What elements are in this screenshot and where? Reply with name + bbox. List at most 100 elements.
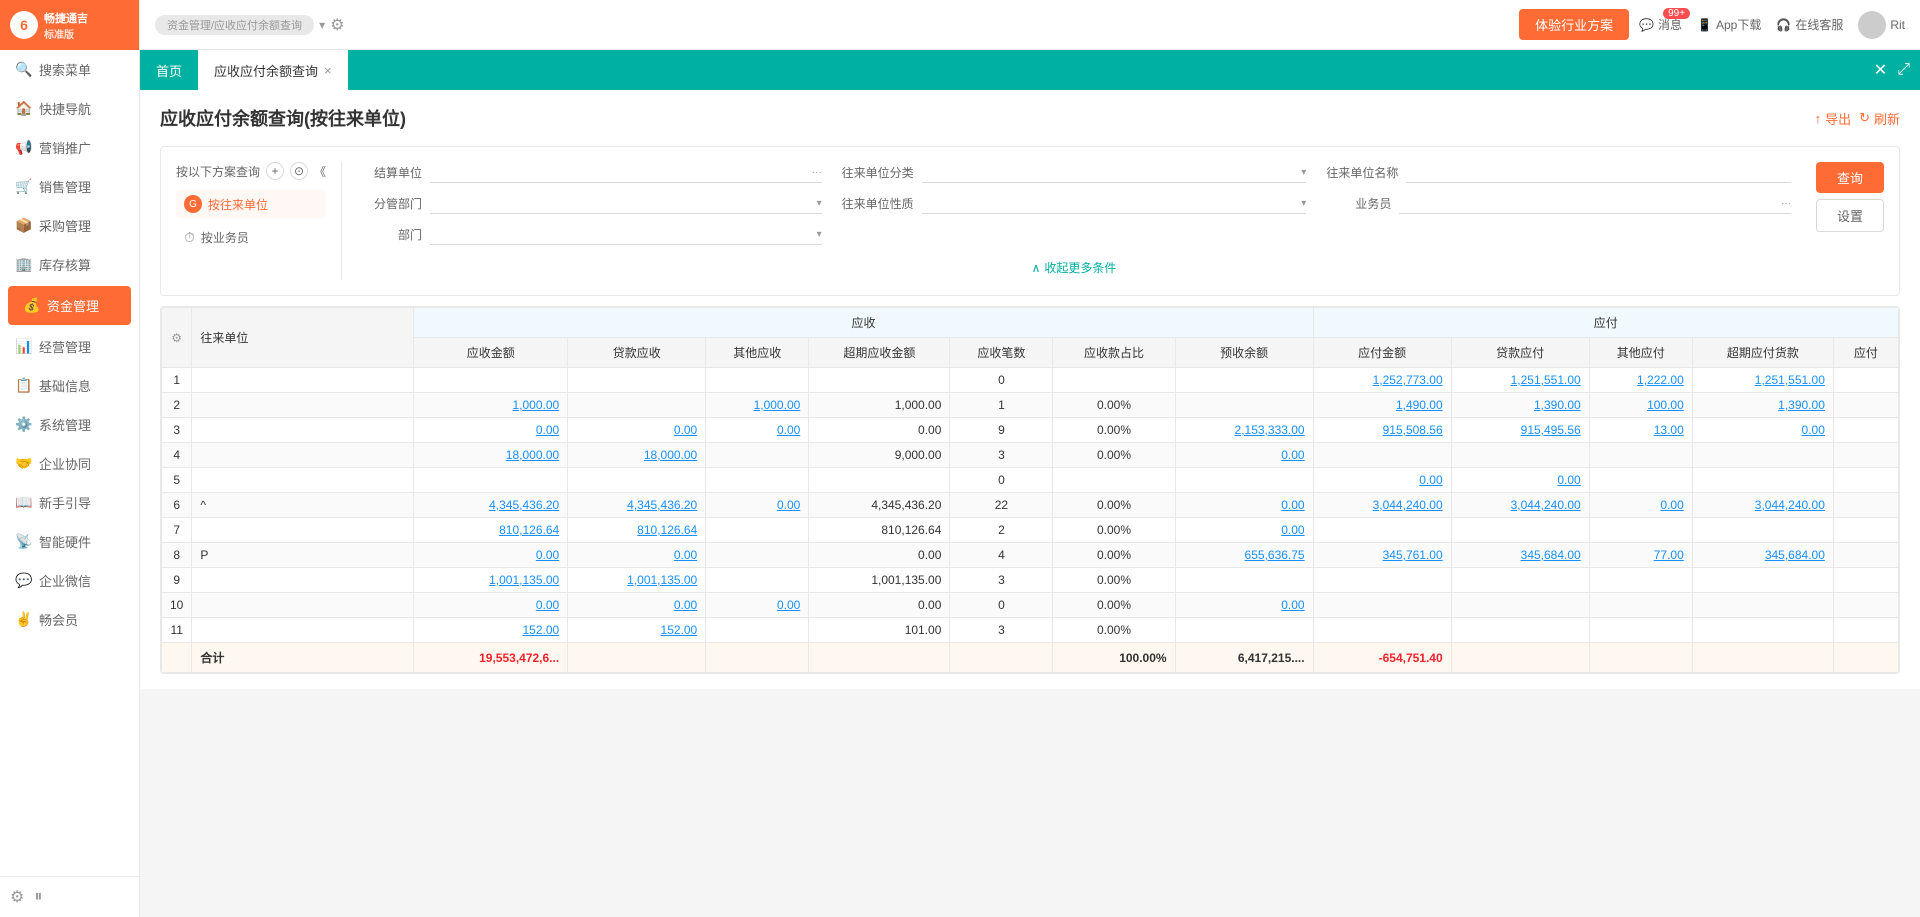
cell-link[interactable]: 1,001,135.00	[489, 573, 559, 587]
cell-link[interactable]: 345,684.00	[1521, 548, 1581, 562]
cell-link[interactable]: 3,044,240.00	[1373, 498, 1443, 512]
cell-link[interactable]: 0.00	[1281, 448, 1304, 462]
scheme-item-partner[interactable]: G 按往来单位	[176, 190, 326, 218]
cell-link[interactable]: 4,345,436.20	[489, 498, 559, 512]
settings-filter-btn[interactable]: ⊙	[290, 162, 308, 180]
user-avatar[interactable]: Rit	[1858, 11, 1905, 39]
cell-link[interactable]: 655,636.75	[1245, 548, 1305, 562]
scheme-item-salesman[interactable]: ⏱ 按业务员	[176, 224, 326, 251]
cell-link[interactable]: 1,000.00	[512, 398, 559, 412]
sidebar-item-basic[interactable]: 📋 基础信息	[0, 366, 139, 405]
dept-manager-input[interactable]	[430, 196, 813, 210]
cell-link[interactable]: 345,684.00	[1765, 548, 1825, 562]
sidebar-item-marketing[interactable]: 📢 营销推广	[0, 128, 139, 167]
salesman-input[interactable]	[1399, 196, 1777, 210]
cell-link[interactable]: 1,490.00	[1396, 398, 1443, 412]
dept-input-wrap[interactable]: ▾	[430, 224, 822, 245]
salesman-input-wrap[interactable]: ···	[1399, 193, 1791, 214]
tab-maximize-icon[interactable]: ⤢	[1897, 61, 1910, 79]
cell-link[interactable]: 0.00	[777, 498, 800, 512]
sidebar-item-finance[interactable]: 💰 资金管理	[8, 286, 131, 325]
sidebar-item-hardware[interactable]: 📡 智能硬件	[0, 522, 139, 561]
partner-nature-input-wrap[interactable]: ▾	[922, 193, 1307, 214]
cell-link[interactable]: 0.00	[674, 423, 697, 437]
sidebar-item-quick-nav[interactable]: 🏠 快捷导航	[0, 89, 139, 128]
cell-link[interactable]: 0.00	[777, 598, 800, 612]
cell-link[interactable]: 0.00	[1281, 598, 1304, 612]
cell-link[interactable]: 1,222.00	[1637, 373, 1684, 387]
cell-link[interactable]: 1,390.00	[1534, 398, 1581, 412]
tab-close-icon[interactable]: ×	[324, 63, 332, 78]
cell-link[interactable]: 4,345,436.20	[627, 498, 697, 512]
cell-link[interactable]: 152.00	[522, 623, 559, 637]
export-btn[interactable]: ↑ 导出	[1815, 109, 1852, 128]
cell-link[interactable]: 0.00	[1281, 498, 1304, 512]
table-settings-header[interactable]: ⚙	[162, 308, 192, 368]
cell-link[interactable]: 1,001,135.00	[627, 573, 697, 587]
partner-name-input-wrap[interactable]	[1406, 162, 1791, 183]
partner-category-input-wrap[interactable]: ▾	[922, 162, 1307, 183]
refresh-btn[interactable]: ↻ 刷新	[1859, 109, 1900, 128]
cell-link[interactable]: 0.00	[536, 423, 559, 437]
tab-close-window-icon[interactable]: ✕	[1874, 60, 1887, 80]
sidebar-item-wechat[interactable]: 💬 企业微信	[0, 561, 139, 600]
topbar-gear-icon[interactable]: ⚙	[330, 15, 344, 35]
cell-link[interactable]: 3,044,240.00	[1755, 498, 1825, 512]
cell-link[interactable]: 77.00	[1654, 548, 1684, 562]
cell-link[interactable]: 810,126.64	[499, 523, 559, 537]
cell-link[interactable]: 2,153,333.00	[1235, 423, 1305, 437]
settings-bottom-icon[interactable]: ⚙	[10, 887, 24, 907]
cell-link[interactable]: 1,000.00	[754, 398, 801, 412]
partner-category-input[interactable]	[922, 165, 1298, 179]
cell-link[interactable]: 0.00	[536, 548, 559, 562]
service-btn[interactable]: 🎧 在线客服	[1776, 16, 1843, 33]
sidebar-item-system[interactable]: ⚙️ 系统管理	[0, 405, 139, 444]
add-filter-btn[interactable]: +	[266, 162, 284, 180]
cell-link[interactable]: 0.00	[674, 548, 697, 562]
cell-link[interactable]: 915,495.56	[1521, 423, 1581, 437]
dept-input[interactable]	[430, 227, 813, 241]
settlement-input-wrap[interactable]: ···	[430, 162, 822, 183]
sidebar-item-coop[interactable]: 🤝 企业协同	[0, 444, 139, 483]
tab-ar-ap[interactable]: 应收应付余额查询 ×	[198, 50, 348, 90]
cell-link[interactable]: 1,252,773.00	[1373, 373, 1443, 387]
sidebar-item-operation[interactable]: 📊 经营管理	[0, 327, 139, 366]
cell-link[interactable]: 152.00	[661, 623, 698, 637]
collapse-icon[interactable]: ⏸	[34, 888, 42, 906]
sidebar-item-inventory[interactable]: 🏢 库存核算	[0, 245, 139, 284]
app-download-btn[interactable]: 📱 App下载	[1697, 16, 1761, 33]
cell-link[interactable]: 0.00	[1660, 498, 1683, 512]
query-btn[interactable]: 查询	[1816, 162, 1884, 193]
messages-btn[interactable]: 💬 消息 99+	[1639, 16, 1682, 33]
sidebar-item-sales[interactable]: 🛒 销售管理	[0, 167, 139, 206]
solution-btn[interactable]: 体验行业方案	[1519, 9, 1629, 40]
cell-link[interactable]: 0.00	[1557, 473, 1580, 487]
cell-link[interactable]: 0.00	[1419, 473, 1442, 487]
tab-home[interactable]: 首页	[140, 50, 198, 90]
cell-link[interactable]: 1,390.00	[1778, 398, 1825, 412]
cell-link[interactable]: 345,761.00	[1383, 548, 1443, 562]
cell-link[interactable]: 0.00	[674, 598, 697, 612]
partner-name-input[interactable]	[1406, 165, 1791, 179]
partner-nature-input[interactable]	[922, 196, 1298, 210]
sidebar-item-guide[interactable]: 📖 新手引导	[0, 483, 139, 522]
sidebar-item-purchase[interactable]: 📦 采购管理	[0, 206, 139, 245]
settlement-input[interactable]	[430, 165, 808, 179]
cell-link[interactable]: 915,508.56	[1383, 423, 1443, 437]
cell-link[interactable]: 18,000.00	[506, 448, 559, 462]
sidebar-item-search-menu[interactable]: 🔍 搜索菜单	[0, 50, 139, 89]
dept-manager-input-wrap[interactable]: ▾	[430, 193, 822, 214]
cell-link[interactable]: 13.00	[1654, 423, 1684, 437]
collapse-filter-icon[interactable]: 《	[314, 163, 326, 180]
cell-link[interactable]: 1,251,551.00	[1511, 373, 1581, 387]
cell-link[interactable]: 0.00	[536, 598, 559, 612]
cell-link[interactable]: 3,044,240.00	[1511, 498, 1581, 512]
cell-link[interactable]: 0.00	[777, 423, 800, 437]
cell-link[interactable]: 1,251,551.00	[1755, 373, 1825, 387]
sidebar-item-member[interactable]: ✌️ 畅会员	[0, 600, 139, 639]
settings-btn[interactable]: 设置	[1816, 199, 1884, 232]
cell-link[interactable]: 810,126.64	[637, 523, 697, 537]
cell-link[interactable]: 0.00	[1281, 523, 1304, 537]
collapse-btn[interactable]: ∧ 收起更多条件	[357, 255, 1791, 280]
cell-link[interactable]: 0.00	[1802, 423, 1825, 437]
